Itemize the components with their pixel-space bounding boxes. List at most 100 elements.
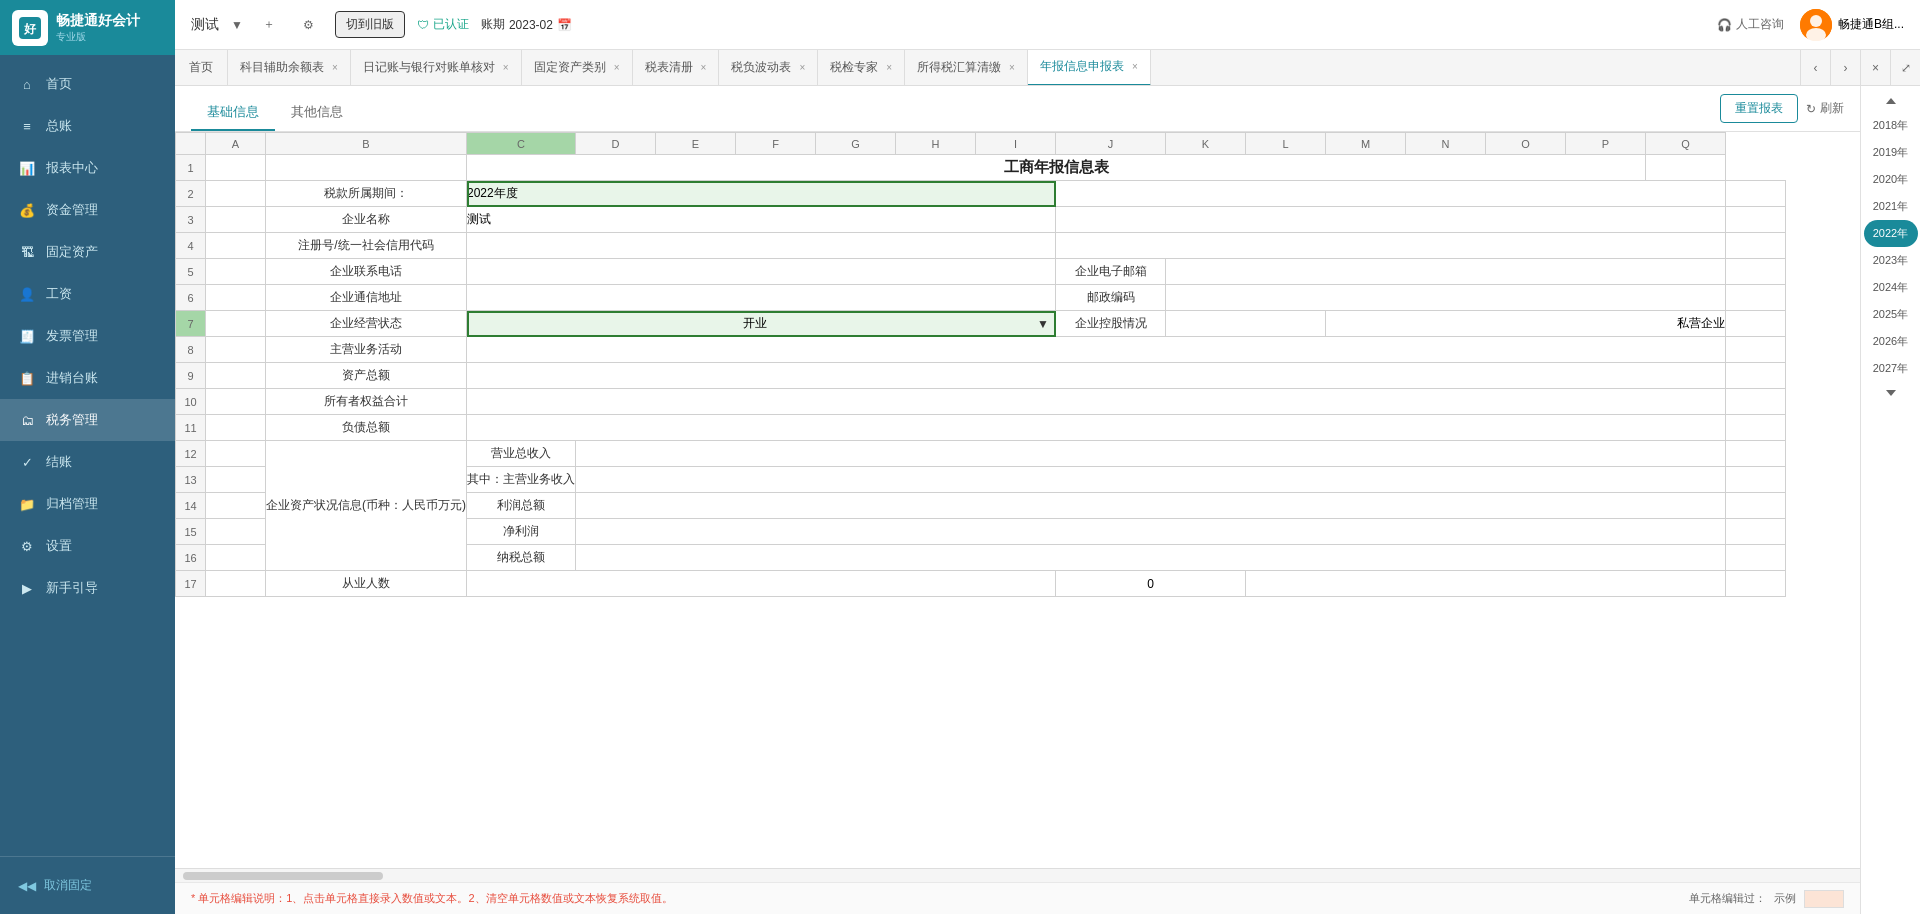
calendar-icon[interactable]: 📅 bbox=[557, 18, 572, 32]
tab-fixed-cat-close[interactable]: × bbox=[614, 62, 620, 73]
sidebar-item-settings[interactable]: ⚙ 设置 bbox=[0, 525, 175, 567]
cell-q9[interactable] bbox=[1726, 363, 1786, 389]
cell-c13[interactable]: 其中：主营业务收入 bbox=[467, 467, 576, 493]
cell-q14[interactable] bbox=[1726, 493, 1786, 519]
topbar-settings-btn[interactable]: ⚙ bbox=[295, 11, 323, 39]
year-item-2024[interactable]: 2024年 bbox=[1864, 274, 1918, 301]
cell-c8[interactable] bbox=[467, 337, 1726, 363]
cell-q8[interactable] bbox=[1726, 337, 1786, 363]
cell-j5[interactable]: 企业电子邮箱 bbox=[1056, 259, 1166, 285]
cell-k5[interactable] bbox=[1166, 259, 1726, 285]
tab-home[interactable]: 首页 bbox=[175, 50, 228, 86]
cell-q12[interactable] bbox=[1726, 441, 1786, 467]
cell-l17[interactable] bbox=[1246, 571, 1726, 597]
sheet-hscroll[interactable] bbox=[175, 868, 1860, 882]
cell-b8[interactable]: 主营业务活动 bbox=[266, 337, 467, 363]
cell-k6[interactable] bbox=[1166, 285, 1726, 311]
dropdown-cell[interactable]: 开业 ▼ bbox=[467, 313, 1055, 334]
col-header-j[interactable]: J bbox=[1056, 133, 1166, 155]
cell-q6[interactable] bbox=[1726, 285, 1786, 311]
service-button[interactable]: 🎧 人工咨询 bbox=[1717, 16, 1784, 33]
tab-tax-wave[interactable]: 税负波动表 × bbox=[719, 50, 818, 86]
col-header-k[interactable]: K bbox=[1166, 133, 1246, 155]
cell-q2[interactable] bbox=[1726, 181, 1786, 207]
cell-d12[interactable] bbox=[576, 441, 1726, 467]
cell-c5[interactable] bbox=[467, 259, 1056, 285]
col-header-b[interactable]: B bbox=[266, 133, 467, 155]
col-header-f[interactable]: F bbox=[736, 133, 816, 155]
col-header-h[interactable]: H bbox=[896, 133, 976, 155]
pin-button[interactable]: ◀◀ 取消固定 bbox=[0, 867, 175, 904]
cell-b11[interactable]: 负债总额 bbox=[266, 415, 467, 441]
spreadsheet-scroll[interactable]: A B C D E F G H I J bbox=[175, 132, 1860, 868]
tab-journal-close[interactable]: × bbox=[503, 62, 509, 73]
sidebar-item-archive[interactable]: 📁 归档管理 bbox=[0, 483, 175, 525]
cell-q1[interactable] bbox=[1646, 155, 1726, 181]
col-header-o[interactable]: O bbox=[1486, 133, 1566, 155]
year-item-2023[interactable]: 2023年 bbox=[1864, 247, 1918, 274]
cell-q16[interactable] bbox=[1726, 545, 1786, 571]
sidebar-item-guide[interactable]: ▶ 新手引导 bbox=[0, 567, 175, 609]
cell-m7[interactable]: 私营企业 bbox=[1326, 311, 1726, 337]
sidebar-item-invoice[interactable]: 🧾 发票管理 bbox=[0, 315, 175, 357]
cell-d14[interactable] bbox=[576, 493, 1726, 519]
tab-expand-btn[interactable]: ⤢ bbox=[1890, 50, 1920, 86]
cell-j17[interactable]: 0 bbox=[1056, 571, 1246, 597]
cell-a1[interactable] bbox=[206, 155, 266, 181]
cell-c4[interactable] bbox=[467, 233, 1056, 259]
tab-close-all-btn[interactable]: × bbox=[1860, 50, 1890, 86]
cell-j3[interactable] bbox=[1056, 207, 1726, 233]
cell-b5[interactable]: 企业联系电话 bbox=[266, 259, 467, 285]
col-header-p[interactable]: P bbox=[1566, 133, 1646, 155]
sidebar-item-asset[interactable]: 🏗 固定资产 bbox=[0, 231, 175, 273]
hscroll-thumb[interactable] bbox=[183, 872, 383, 880]
sidebar-item-settle[interactable]: ✓ 结账 bbox=[0, 441, 175, 483]
cell-a9[interactable] bbox=[206, 363, 266, 389]
cell-a16[interactable] bbox=[206, 545, 266, 571]
cell-q11[interactable] bbox=[1726, 415, 1786, 441]
year-nav-down-btn[interactable] bbox=[1864, 382, 1918, 404]
cell-a11[interactable] bbox=[206, 415, 266, 441]
cell-a13[interactable] bbox=[206, 467, 266, 493]
tab-prev-btn[interactable]: ‹ bbox=[1800, 50, 1830, 86]
tab-tax-clear-close[interactable]: × bbox=[701, 62, 707, 73]
sub-tab-other[interactable]: 其他信息 bbox=[275, 95, 359, 131]
cell-c16[interactable]: 纳税总额 bbox=[467, 545, 576, 571]
cell-q13[interactable] bbox=[1726, 467, 1786, 493]
cell-j7[interactable]: 企业控股情况 bbox=[1056, 311, 1166, 337]
cell-a6[interactable] bbox=[206, 285, 266, 311]
sidebar-item-home[interactable]: ⌂ 首页 bbox=[0, 63, 175, 105]
cell-c11[interactable] bbox=[467, 415, 1726, 441]
sidebar-item-fund[interactable]: 💰 资金管理 bbox=[0, 189, 175, 231]
cell-b6[interactable]: 企业通信地址 bbox=[266, 285, 467, 311]
cell-q15[interactable] bbox=[1726, 519, 1786, 545]
col-header-l[interactable]: L bbox=[1246, 133, 1326, 155]
cell-b17[interactable]: 从业人数 bbox=[266, 571, 467, 597]
tab-tax-expert-close[interactable]: × bbox=[886, 62, 892, 73]
year-item-2021[interactable]: 2021年 bbox=[1864, 193, 1918, 220]
cell-a7[interactable] bbox=[206, 311, 266, 337]
col-header-n[interactable]: N bbox=[1406, 133, 1486, 155]
tab-aux-close[interactable]: × bbox=[332, 62, 338, 73]
cell-j2[interactable] bbox=[1056, 181, 1726, 207]
cell-b3[interactable]: 企业名称 bbox=[266, 207, 467, 233]
cell-d16[interactable] bbox=[576, 545, 1726, 571]
col-header-a[interactable]: A bbox=[206, 133, 266, 155]
cell-q17[interactable] bbox=[1726, 571, 1786, 597]
col-header-q[interactable]: Q bbox=[1646, 133, 1726, 155]
sub-tab-basic[interactable]: 基础信息 bbox=[191, 95, 275, 131]
tab-annual-close[interactable]: × bbox=[1132, 61, 1138, 72]
cell-a5[interactable] bbox=[206, 259, 266, 285]
tab-tax-clear[interactable]: 税表清册 × bbox=[633, 50, 720, 86]
cell-q4[interactable] bbox=[1726, 233, 1786, 259]
cell-b9[interactable]: 资产总额 bbox=[266, 363, 467, 389]
year-item-2020[interactable]: 2020年 bbox=[1864, 166, 1918, 193]
year-item-2027[interactable]: 2027年 bbox=[1864, 355, 1918, 382]
col-header-i[interactable]: I bbox=[976, 133, 1056, 155]
cell-c3[interactable]: 测试 bbox=[467, 207, 1056, 233]
cell-c17[interactable] bbox=[467, 571, 1056, 597]
tab-aux[interactable]: 科目辅助余额表 × bbox=[228, 50, 351, 86]
cell-a12[interactable] bbox=[206, 441, 266, 467]
cell-d15[interactable] bbox=[576, 519, 1726, 545]
col-header-g[interactable]: G bbox=[816, 133, 896, 155]
